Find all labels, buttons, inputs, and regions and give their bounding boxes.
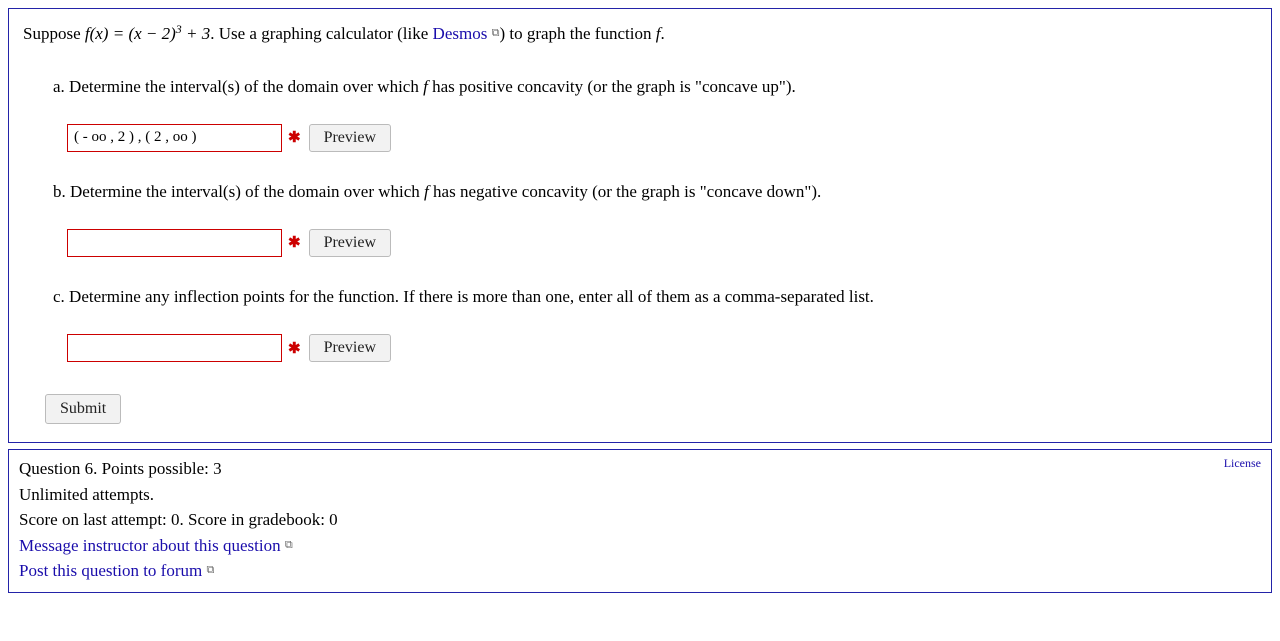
prompt-period: .: [660, 24, 664, 43]
preview-button-c[interactable]: Preview: [309, 334, 391, 362]
license-link[interactable]: License: [1224, 454, 1261, 472]
prompt-fx: f(x) = (x − 2): [85, 24, 176, 43]
incorrect-icon: ✱: [288, 339, 301, 358]
part-b-input-row: ✱ Preview: [67, 229, 1257, 257]
incorrect-icon: ✱: [288, 128, 301, 147]
incorrect-icon: ✱: [288, 233, 301, 252]
question-prompt: Suppose f(x) = (x − 2)3 + 3. Use a graph…: [23, 21, 1257, 47]
submit-button[interactable]: Submit: [45, 394, 121, 424]
preview-button-b[interactable]: Preview: [309, 229, 391, 257]
info-question-points: Question 6. Points possible: 3: [19, 456, 1261, 482]
question-info-container: License Question 6. Points possible: 3 U…: [8, 449, 1272, 593]
prompt-plus3: + 3: [182, 24, 210, 43]
info-post-line: Post this question to forum ⧉: [19, 558, 1261, 584]
info-attempts: Unlimited attempts.: [19, 482, 1261, 508]
part-b-input[interactable]: [67, 229, 282, 257]
part-c-input[interactable]: [67, 334, 282, 362]
prompt-tail: ) to graph the function: [499, 24, 655, 43]
part-c-input-row: ✱ Preview: [67, 334, 1257, 362]
external-link-icon: ⧉: [285, 537, 293, 554]
question-container: Suppose f(x) = (x − 2)3 + 3. Use a graph…: [8, 8, 1272, 443]
prompt-prefix: Suppose: [23, 24, 85, 43]
part-b-text: b. Determine the interval(s) of the doma…: [53, 178, 1257, 205]
external-link-icon: ⧉: [206, 562, 214, 579]
post-forum-link[interactable]: Post this question to forum ⧉: [19, 561, 214, 580]
desmos-link[interactable]: Desmos ⧉: [433, 24, 500, 43]
prompt-after: . Use a graphing calculator (like: [210, 24, 432, 43]
part-a-input[interactable]: [67, 124, 282, 152]
info-scores: Score on last attempt: 0. Score in grade…: [19, 507, 1261, 533]
info-message-line: Message instructor about this question ⧉: [19, 533, 1261, 559]
preview-button-a[interactable]: Preview: [309, 124, 391, 152]
part-a-input-row: ✱ Preview: [67, 124, 1257, 152]
part-c-text: c. Determine any inflection points for t…: [53, 283, 1257, 310]
message-instructor-link[interactable]: Message instructor about this question ⧉: [19, 536, 293, 555]
part-a-text: a. Determine the interval(s) of the doma…: [53, 73, 1257, 100]
